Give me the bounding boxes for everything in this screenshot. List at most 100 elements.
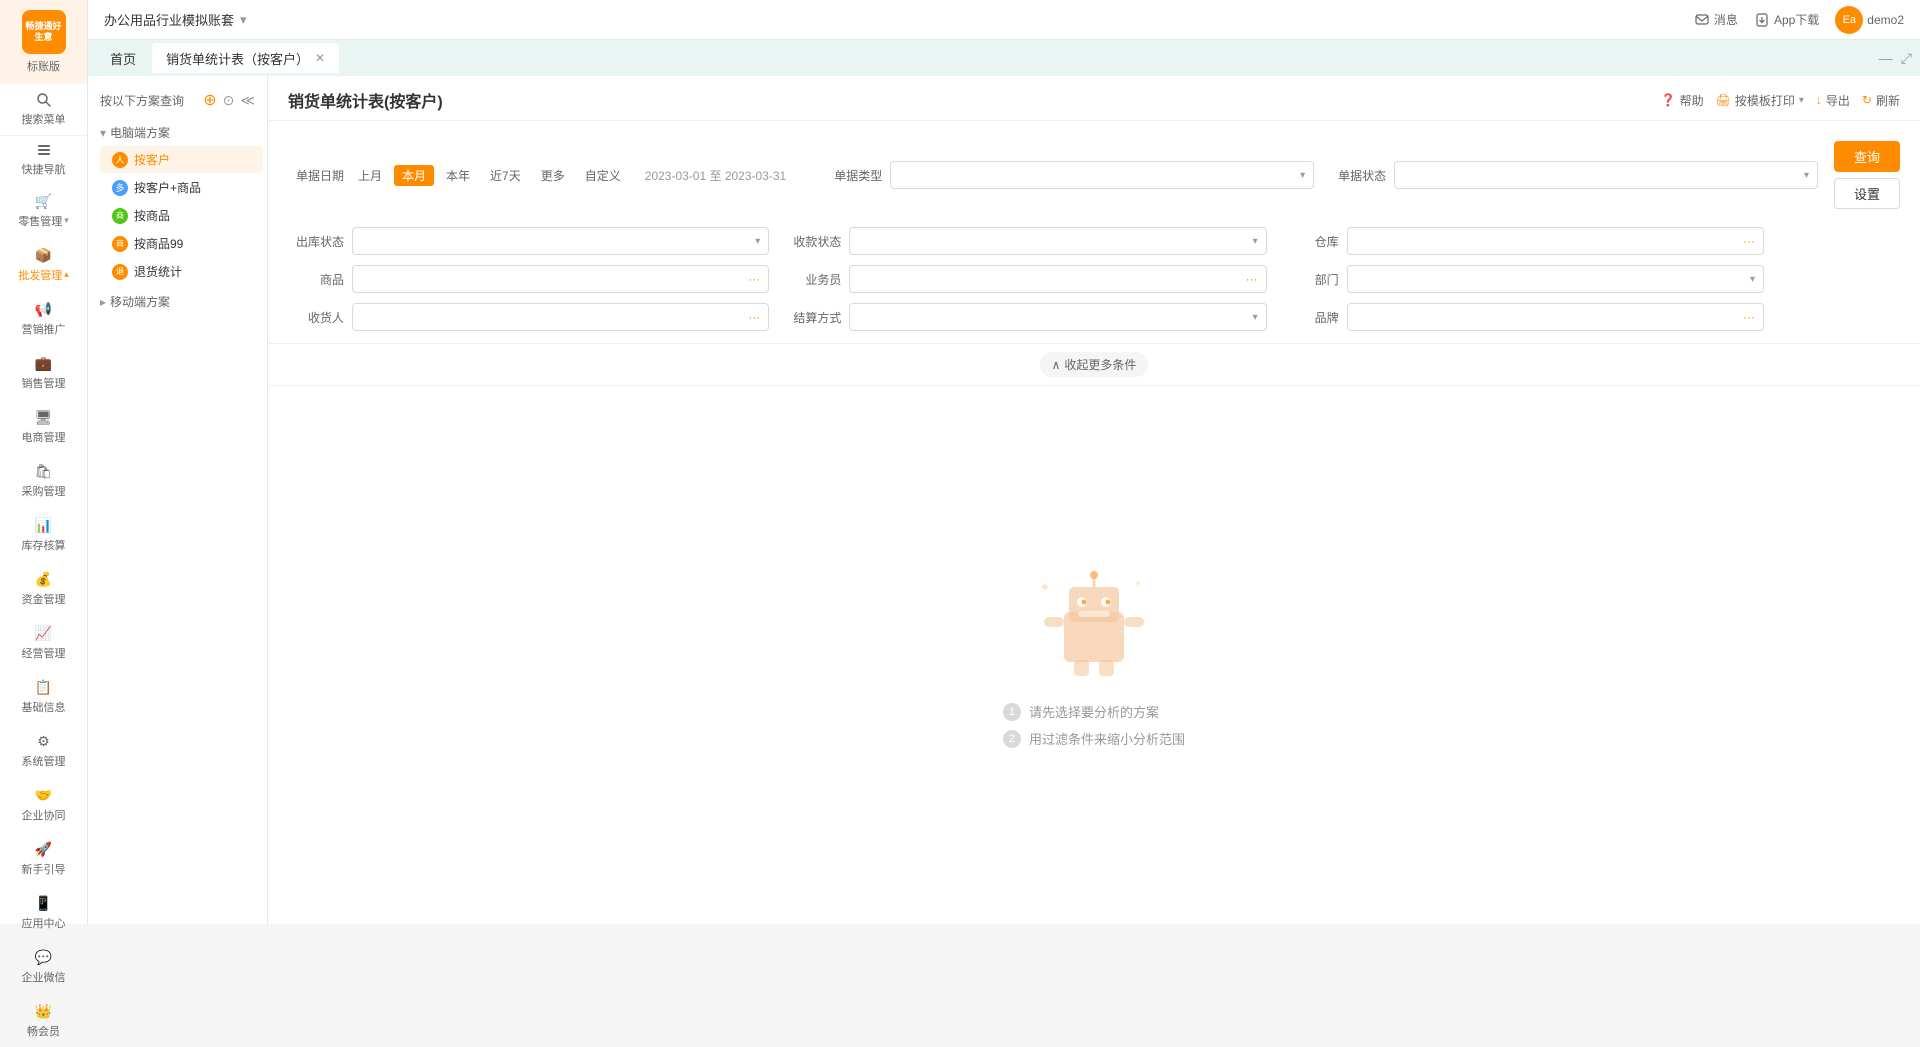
mobile-group-arrow: ▸ xyxy=(100,295,106,309)
user-area[interactable]: Ea demo2 xyxy=(1835,6,1904,34)
wechat-icon: 💬 xyxy=(34,947,54,967)
refresh-btn[interactable]: ↻ 刷新 xyxy=(1862,92,1900,109)
scheme-item-return-stat[interactable]: 退 退货统计 xyxy=(100,258,263,285)
action-col: 查询 设置 xyxy=(1834,133,1900,217)
scheme-panel: 按以下方案查询 ⊕ ⊙ ≪ ▾ 电脑端方案 人 按客户 xyxy=(88,76,268,924)
tip-text-1: 请先选择要分析的方案 xyxy=(1029,702,1159,721)
message-btn[interactable]: 消息 xyxy=(1694,11,1738,28)
tab-sales-stat[interactable]: 销货单统计表（按客户） ✕ xyxy=(152,43,339,73)
filter-row-3: 商品 ··· 业务员 ··· 部门 xyxy=(288,265,1900,293)
print-arrow[interactable]: ▾ xyxy=(1799,95,1804,106)
doc-type-select[interactable]: ▾ xyxy=(890,161,1314,189)
doc-type-arrow: ▾ xyxy=(1300,170,1305,181)
sidebar-item-newbie[interactable]: 🚀 新手引导 xyxy=(0,831,87,885)
recipient-label: 收货人 xyxy=(288,309,344,326)
topbar-dropdown-icon[interactable]: ▾ xyxy=(240,12,247,28)
mobile-group-title[interactable]: ▸ 移动端方案 xyxy=(88,289,267,314)
scheme-item-customer-product[interactable]: 多 按客户+商品 xyxy=(100,174,263,201)
sidebar-item-wholesale[interactable]: 📦 批发管理 ▴ xyxy=(0,237,87,291)
department-select[interactable]: ▾ xyxy=(1347,265,1764,293)
doc-status-arrow: ▾ xyxy=(1804,170,1809,181)
recipient-input[interactable]: ··· xyxy=(352,303,769,331)
brand-label: 品牌 xyxy=(1283,309,1339,326)
sidebar-item-sales[interactable]: 💼 销售管理 xyxy=(0,345,87,399)
sidebar-item-member[interactable]: 👑 畅会员 xyxy=(0,993,87,1047)
out-status-select[interactable]: ▾ xyxy=(352,227,769,255)
newbie-icon: 🚀 xyxy=(34,839,54,859)
desktop-group-title[interactable]: ▾ 电脑端方案 xyxy=(88,120,267,145)
brand-input[interactable]: ··· xyxy=(1347,303,1764,331)
product-input[interactable]: ··· xyxy=(352,265,769,293)
print-icon: 🖨 xyxy=(1716,93,1731,107)
tab-maximize-icon[interactable]: ⤢ xyxy=(1901,50,1912,67)
current-month-btn[interactable]: 本月 xyxy=(394,165,434,186)
scheme-add-btn[interactable]: ⊕ xyxy=(203,90,216,110)
recv-status-select[interactable]: ▾ xyxy=(849,227,1266,255)
desktop-group-arrow: ▾ xyxy=(100,126,106,140)
scheme-item-product-99[interactable]: 商 按商品99 xyxy=(100,230,263,257)
week-btn[interactable]: 近7天 xyxy=(482,165,529,186)
recipient-dots: ··· xyxy=(748,310,760,324)
sidebar-item-wechat[interactable]: 💬 企业微信 xyxy=(0,939,87,993)
settings-btn[interactable]: 设置 xyxy=(1834,178,1900,209)
print-btn[interactable]: 🖨 按模板打印 ▾ xyxy=(1716,92,1804,109)
empty-tip-2: 2 用过滤条件来缩小分析范围 xyxy=(1003,729,1185,748)
tip-num-2: 2 xyxy=(1003,730,1021,748)
sidebar-item-basic[interactable]: 📋 基础信息 xyxy=(0,669,87,723)
customer-product-icon: 多 xyxy=(112,180,128,196)
sidebar-item-inventory[interactable]: 📊 库存核算 xyxy=(0,507,87,561)
collapse-btn[interactable]: ∧ 收起更多条件 xyxy=(1040,352,1149,377)
sidebar-item-ecommerce[interactable]: 🖥 电商管理 xyxy=(0,399,87,453)
mobile-group-label: 移动端方案 xyxy=(110,293,170,310)
customer-product-label: 按客户+商品 xyxy=(134,179,201,196)
scheme-collapse-btn[interactable]: ≪ xyxy=(240,92,255,109)
print-label: 按模板打印 xyxy=(1735,92,1795,109)
recv-status-arrow: ▾ xyxy=(1253,236,1258,247)
sidebar-item-apps[interactable]: 📱 应用中心 xyxy=(0,885,87,939)
brand-dots: ··· xyxy=(1743,310,1755,324)
scheme-item-by-product[interactable]: 商 按商品 xyxy=(100,202,263,229)
prev-month-btn[interactable]: 上月 xyxy=(350,165,390,186)
tab-close-icon[interactable]: ✕ xyxy=(315,51,325,65)
basic-label: 基础信息 xyxy=(22,699,66,715)
quick-nav[interactable]: 快捷导航 xyxy=(0,136,87,183)
tip-text-2: 用过滤条件来缩小分析范围 xyxy=(1029,729,1185,748)
scheme-item-by-customer[interactable]: 人 按客户 xyxy=(100,146,263,173)
app-download-btn[interactable]: App下载 xyxy=(1754,11,1819,28)
doc-status-select[interactable]: ▾ xyxy=(1394,161,1818,189)
warehouse-input[interactable]: ··· xyxy=(1347,227,1764,255)
salesperson-col: 业务员 ··· xyxy=(785,265,1266,293)
sidebar-item-company[interactable]: 🤝 企业协同 xyxy=(0,777,87,831)
collapse-label: 收起更多条件 xyxy=(1064,356,1136,373)
help-btn[interactable]: ❓ 帮助 xyxy=(1661,92,1704,109)
more-btn[interactable]: 更多 xyxy=(533,165,573,186)
tab-home[interactable]: 首页 xyxy=(96,43,150,73)
search-menu[interactable]: 搜索菜单 xyxy=(0,84,87,136)
retail-arrow: ▾ xyxy=(64,215,69,226)
content-area: 按以下方案查询 ⊕ ⊙ ≪ ▾ 电脑端方案 人 按客户 xyxy=(88,76,1920,924)
sidebar-item-purchase[interactable]: 🛍 采购管理 xyxy=(0,453,87,507)
salesperson-input[interactable]: ··· xyxy=(849,265,1266,293)
sidebar-item-retail[interactable]: 🛒 零售管理 ▾ xyxy=(0,183,87,237)
search-menu-label: 搜索菜单 xyxy=(22,111,66,127)
member-label: 畅会员 xyxy=(27,1023,60,1039)
export-btn[interactable]: ↓ 导出 xyxy=(1816,92,1850,109)
tab-minimize-icon[interactable]: — xyxy=(1879,50,1893,66)
sidebar-item-finance[interactable]: 💰 资金管理 xyxy=(0,561,87,615)
scheme-settings-btn[interactable]: ⊙ xyxy=(223,92,235,109)
empty-tip-1: 1 请先选择要分析的方案 xyxy=(1003,702,1185,721)
filter-area: 单据日期 上月 本月 本年 近7天 更多 自定义 2023-03-01 至 20… xyxy=(268,121,1920,344)
empty-illustration: ✦ ✦ xyxy=(1034,562,1154,682)
payment-select[interactable]: ▾ xyxy=(849,303,1266,331)
department-arrow: ▾ xyxy=(1750,274,1755,285)
wechat-label: 企业微信 xyxy=(22,969,66,985)
svg-text:✦: ✦ xyxy=(1039,579,1051,595)
sidebar-item-operation[interactable]: 📈 经营管理 xyxy=(0,615,87,669)
query-btn[interactable]: 查询 xyxy=(1834,141,1900,172)
retail-label: 零售管理 xyxy=(18,213,62,229)
avatar: Ea xyxy=(1835,6,1863,34)
sidebar-item-marketing[interactable]: 📢 营销推广 xyxy=(0,291,87,345)
sidebar-item-system[interactable]: ⚙ 系统管理 xyxy=(0,723,87,777)
year-btn[interactable]: 本年 xyxy=(438,165,478,186)
custom-btn[interactable]: 自定义 xyxy=(577,165,629,186)
